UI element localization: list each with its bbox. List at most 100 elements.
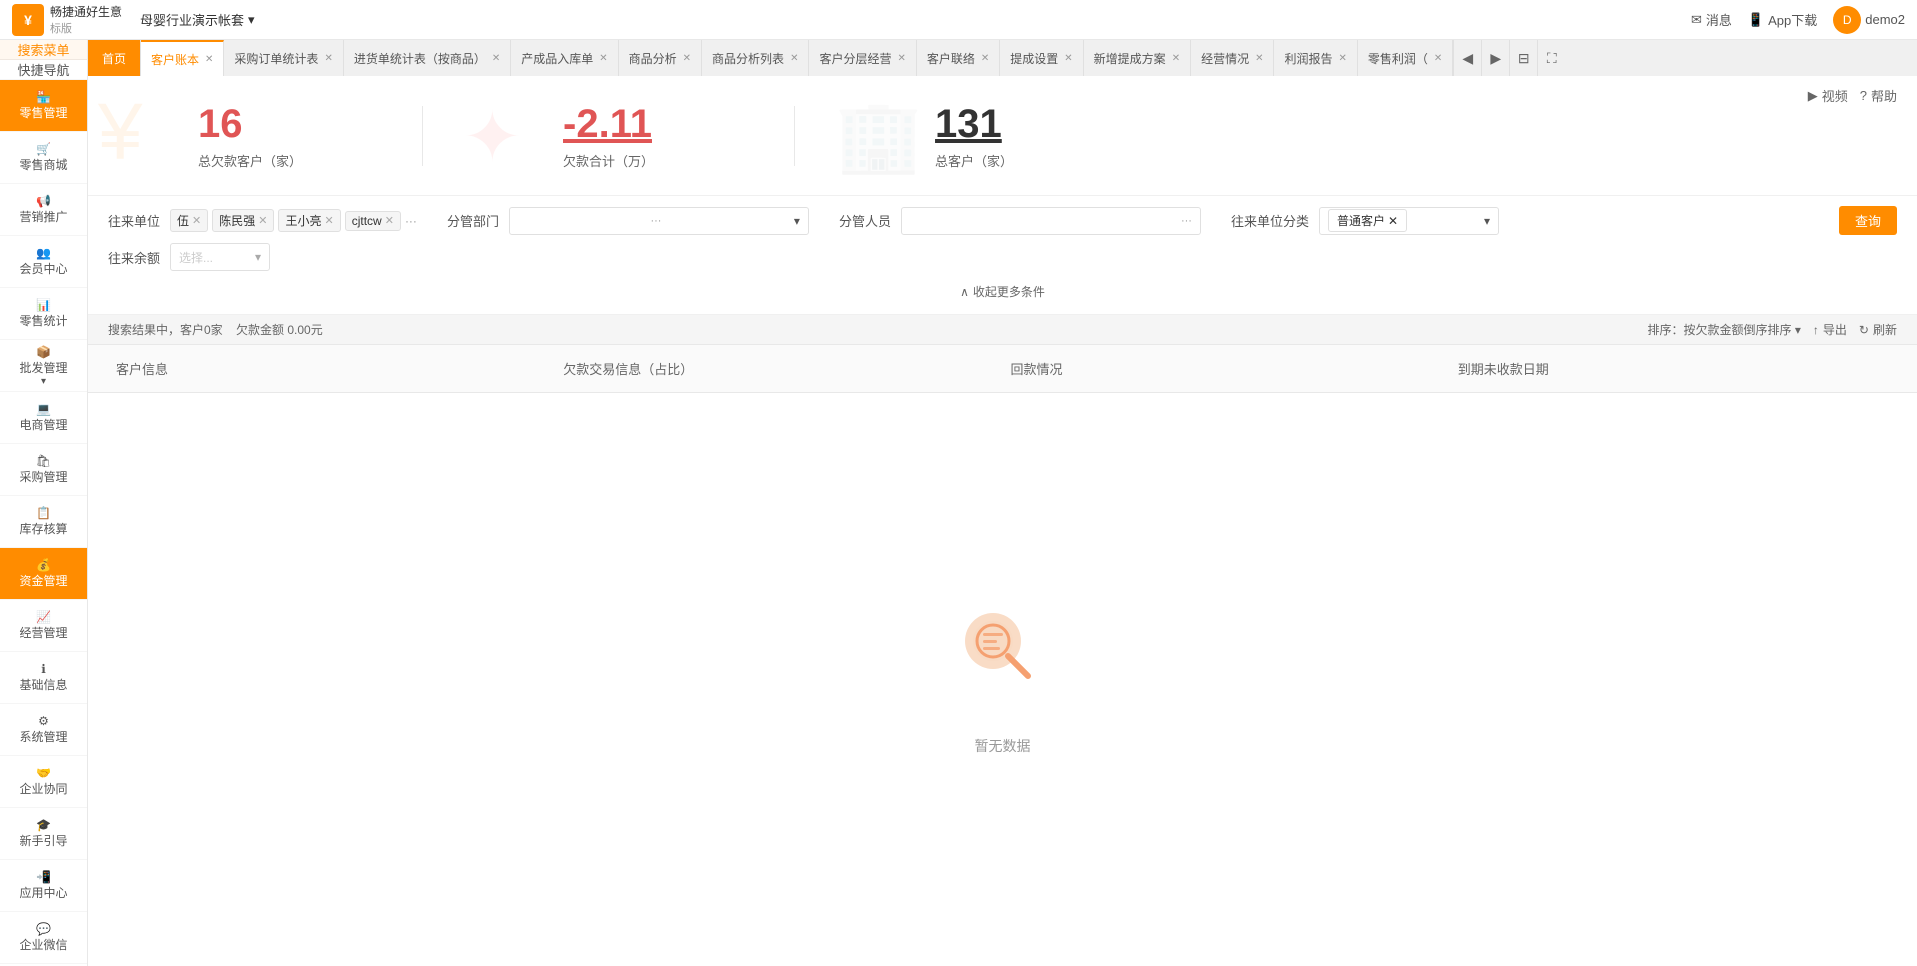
- sidebar-item-newbie[interactable]: 🎓 新手引导: [0, 808, 87, 860]
- stat-debt-label: 欠款合计（万）: [563, 151, 654, 170]
- sidebar-item-retail-mall[interactable]: 🛒 零售商城: [0, 132, 87, 184]
- tab-menu-btn[interactable]: ⊟: [1509, 40, 1537, 76]
- dept-select[interactable]: ··· ▾: [509, 207, 809, 235]
- sidebar-item-member[interactable]: 👥 会员中心: [0, 236, 87, 288]
- help-btn[interactable]: ? 帮助: [1860, 86, 1897, 105]
- tab-retail-profit[interactable]: 零售利润（ ✕: [1358, 40, 1453, 76]
- unit-tag-cjttcw-close[interactable]: ✕: [385, 214, 394, 227]
- balance-label: 往来余额: [108, 248, 160, 267]
- user-menu[interactable]: D demo2: [1833, 6, 1905, 34]
- unit-tag-more[interactable]: ···: [405, 214, 417, 228]
- export-btn[interactable]: ↑ 导出: [1813, 321, 1847, 338]
- tab-production-inbound[interactable]: 产成品入库单 ✕: [511, 40, 618, 76]
- sidebar-item-system[interactable]: ⚙ 系统管理: [0, 704, 87, 756]
- dept-select-more: ···: [650, 215, 661, 227]
- filter-row-1: 往来单位 伍 ✕ 陈民强 ✕ 王小亮 ✕: [108, 206, 1897, 235]
- tab-close-customer-contact[interactable]: ✕: [981, 53, 989, 64]
- refresh-btn[interactable]: ↻ 刷新: [1859, 321, 1897, 338]
- tab-operations[interactable]: 经营情况 ✕: [1191, 40, 1274, 76]
- video-help-btn[interactable]: ▶ 视频: [1808, 86, 1848, 105]
- tab-bar: 首页 客户账本 ✕ 采购订单统计表 ✕ 进货单统计表（按商品） ✕ 产成品入库单…: [88, 40, 1917, 76]
- purchase-icon: 🛍: [36, 454, 51, 468]
- tab-close-purchase-stats[interactable]: ✕: [324, 53, 332, 64]
- tab-next-btn[interactable]: ▶: [1481, 40, 1509, 76]
- tab-customer-contact[interactable]: 客户联络 ✕: [917, 40, 1000, 76]
- tab-close-retail-profit[interactable]: ✕: [1434, 53, 1442, 64]
- sidebar-item-wholesale[interactable]: 📦 批发管理 ▾: [0, 340, 87, 392]
- person-select-more: ···: [1181, 215, 1192, 227]
- empty-icon: [953, 601, 1053, 720]
- unit-tag-chen-close[interactable]: ✕: [258, 214, 267, 227]
- sidebar-item-enterprise-collab[interactable]: 🤝 企业协同: [0, 756, 87, 808]
- dept-dropdown-icon: ▾: [794, 214, 800, 228]
- sidebar-item-retail-mgmt[interactable]: 🏪 零售管理: [0, 80, 87, 132]
- top-bar-left: ¥ 畅捷通好生意 标版 母婴行业演示帐套 ▾: [12, 3, 255, 36]
- tab-close-operations[interactable]: ✕: [1255, 53, 1263, 64]
- category-dropdown-icon: ▾: [1484, 214, 1490, 228]
- sidebar-search[interactable]: 搜索菜单: [0, 40, 87, 60]
- stat-bg-icon-right: 🏢: [835, 96, 915, 176]
- tab-home[interactable]: 首页: [88, 40, 141, 76]
- sidebar-item-basic-info[interactable]: ℹ 基础信息: [0, 652, 87, 704]
- video-icon: ▶: [1808, 88, 1818, 104]
- table-empty-state: 暂无数据: [88, 393, 1917, 964]
- marketing-icon: 📢: [36, 194, 51, 208]
- sidebar-item-purchase[interactable]: 🛍 采购管理: [0, 444, 87, 496]
- tab-close-customer-ledger[interactable]: ✕: [205, 54, 213, 65]
- tab-fullscreen-btn[interactable]: ⛶: [1537, 40, 1565, 76]
- sidebar-item-inventory[interactable]: 📋 库存核算: [0, 496, 87, 548]
- col-debt-info: 欠款交易信息（占比）: [555, 355, 1002, 382]
- tab-close-purchase-goods-stats[interactable]: ✕: [492, 53, 500, 64]
- empty-text: 暂无数据: [975, 736, 1031, 756]
- sidebar-quick-nav[interactable]: 快捷导航: [0, 60, 87, 80]
- search-btn[interactable]: 查询: [1839, 206, 1897, 235]
- app-download-btn[interactable]: 📱 App下载: [1748, 10, 1817, 29]
- tab-profit-report[interactable]: 利润报告 ✕: [1274, 40, 1357, 76]
- sidebar-item-enterprise-wechat[interactable]: 💬 企业微信: [0, 912, 87, 964]
- sidebar-item-finance[interactable]: 💰 资金管理: [0, 548, 87, 600]
- newbie-icon: 🎓: [36, 818, 51, 832]
- tab-close-product-analysis-list[interactable]: ✕: [790, 53, 798, 64]
- sort-label: 排序：按欠款金额倒序排序 ▾: [1648, 321, 1801, 338]
- tab-commission-settings[interactable]: 提成设置 ✕: [1000, 40, 1083, 76]
- tab-customer-ledger[interactable]: 客户账本 ✕: [141, 40, 224, 76]
- sort-dropdown-icon: ▾: [1795, 323, 1801, 337]
- company-select[interactable]: 母婴行业演示帐套 ▾: [140, 10, 255, 29]
- category-tag-close[interactable]: ✕: [1388, 214, 1398, 228]
- tab-purchase-goods-stats[interactable]: 进货单统计表（按商品） ✕: [344, 40, 511, 76]
- col-repayment: 回款情况: [1003, 355, 1450, 382]
- category-select[interactable]: 普通客户 ✕ ▾: [1319, 207, 1499, 235]
- tab-close-new-commission[interactable]: ✕: [1172, 53, 1180, 64]
- tab-product-analysis-list[interactable]: 商品分析列表 ✕: [702, 40, 809, 76]
- unit-tag-chen: 陈民强 ✕: [212, 209, 274, 232]
- col-customer-info: 客户信息: [108, 355, 555, 382]
- sidebar-item-marketing[interactable]: 📢 营销推广: [0, 184, 87, 236]
- download-icon: 📱: [1748, 12, 1764, 28]
- unit-tag-wu-close[interactable]: ✕: [192, 214, 201, 227]
- tab-new-commission[interactable]: 新增提成方案 ✕: [1084, 40, 1191, 76]
- tab-close-production-inbound[interactable]: ✕: [599, 53, 607, 64]
- basic-info-icon: ℹ: [41, 662, 46, 676]
- tab-purchase-stats[interactable]: 采购订单统计表 ✕: [224, 40, 343, 76]
- unit-tag-wang-close[interactable]: ✕: [325, 214, 334, 227]
- stat-customers-label: 总欠款客户（家）: [198, 151, 302, 170]
- tab-close-product-analysis[interactable]: ✕: [683, 53, 691, 64]
- unit-tag-cjttcw: cjttcw ✕: [345, 211, 401, 231]
- message-btn[interactable]: ✉ 消息: [1691, 10, 1732, 29]
- finance-icon: 💰: [36, 558, 51, 572]
- tab-close-customer-tier[interactable]: ✕: [897, 53, 905, 64]
- sidebar-item-operations[interactable]: 📈 经营管理: [0, 600, 87, 652]
- sidebar-item-retail-stats[interactable]: 📊 零售统计: [0, 288, 87, 340]
- sidebar-item-app-center[interactable]: 📲 应用中心: [0, 860, 87, 912]
- tab-customer-tier[interactable]: 客户分层经营 ✕: [809, 40, 916, 76]
- person-select[interactable]: ···: [901, 207, 1201, 235]
- balance-select[interactable]: 选择... ▾: [170, 243, 270, 271]
- unit-label: 往来单位: [108, 211, 160, 230]
- tab-close-profit-report[interactable]: ✕: [1339, 53, 1347, 64]
- unit-tag-area: 伍 ✕ 陈民强 ✕ 王小亮 ✕ cjttcw ✕: [170, 209, 417, 232]
- tab-prev-btn[interactable]: ◀: [1453, 40, 1481, 76]
- collapse-btn[interactable]: ∧ 收起更多条件: [108, 279, 1897, 304]
- sidebar-item-ecommerce[interactable]: 💻 电商管理: [0, 392, 87, 444]
- tab-product-analysis[interactable]: 商品分析 ✕: [619, 40, 702, 76]
- tab-close-commission-settings[interactable]: ✕: [1064, 53, 1072, 64]
